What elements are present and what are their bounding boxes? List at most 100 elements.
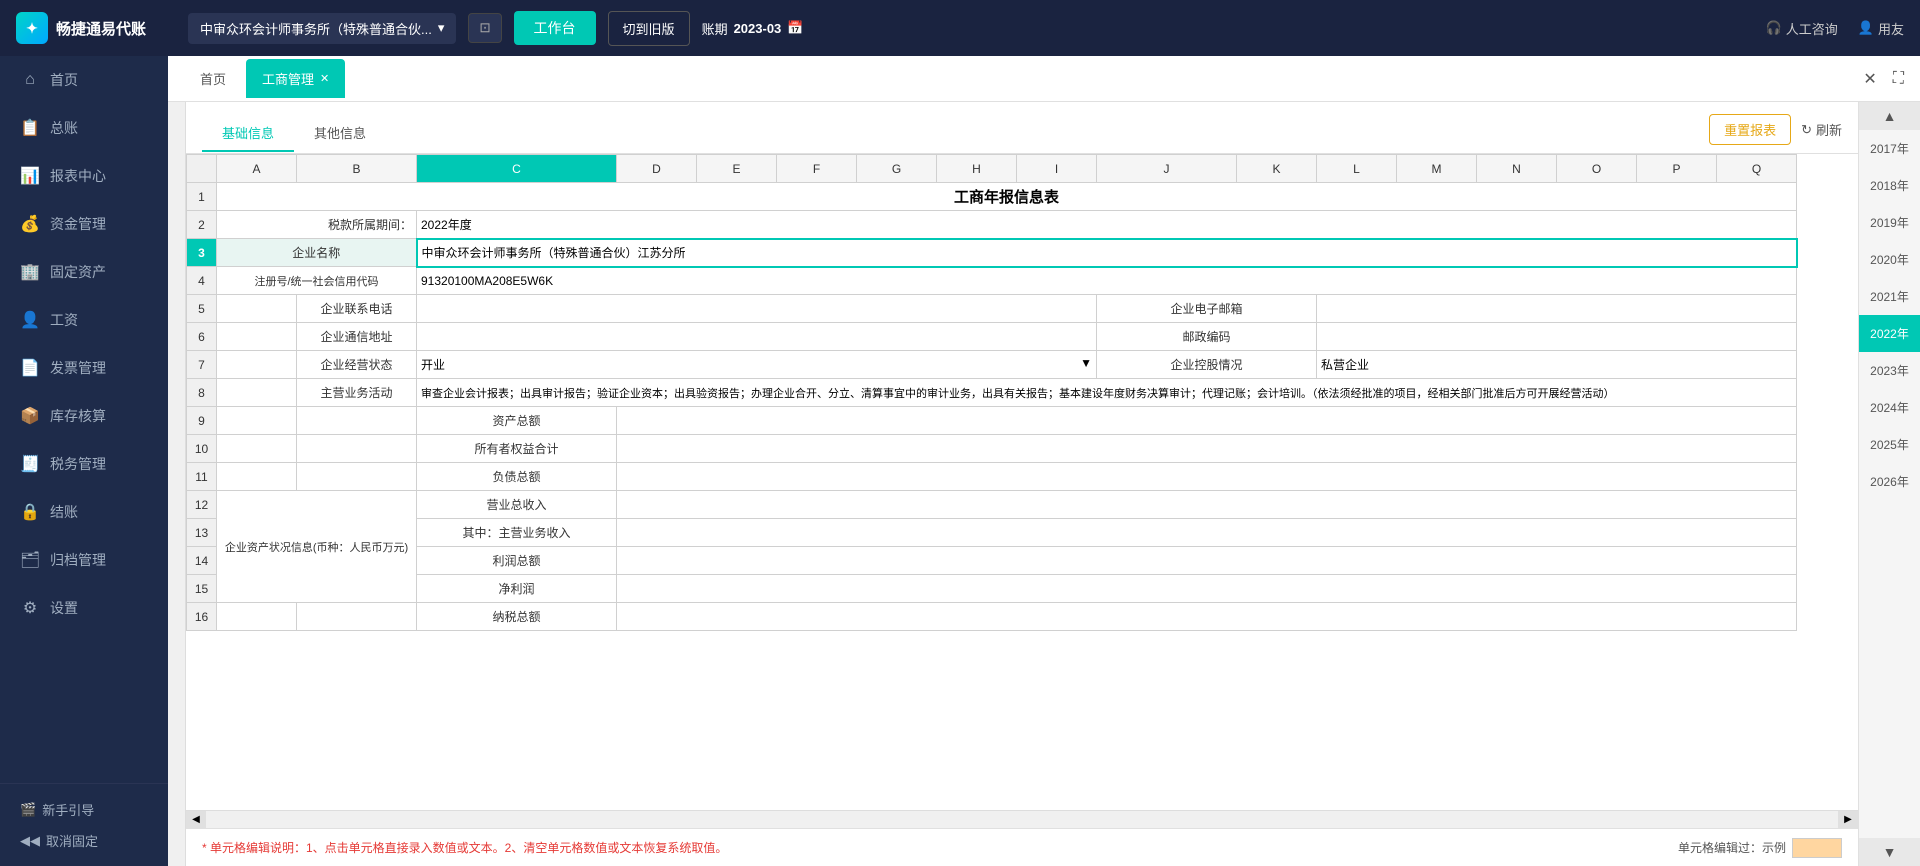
year-2024[interactable]: 2024年 — [1859, 389, 1920, 426]
table-row: 8 主营业务活动 审查企业会计报表；出具审计报告；验证企业资本；出具验资报告；办… — [187, 379, 1797, 407]
company-name-value[interactable]: 中审众环会计师事务所（特殊普通合伙）江苏分所 — [417, 239, 1797, 267]
year-2019[interactable]: 2019年 — [1859, 204, 1920, 241]
reg-code-value[interactable]: 91320100MA208E5W6K — [417, 267, 1797, 295]
top-header: ✦ 畅捷通易代账 中审众环会计师事务所（特殊普通合伙... ▾ ⊡ 工作台 切到… — [0, 0, 1920, 56]
sidebar-item-settings[interactable]: ⚙ 设置 — [0, 584, 168, 632]
row-num-10: 10 — [187, 435, 217, 463]
company-selector[interactable]: 中审众环会计师事务所（特殊普通合伙... ▾ — [188, 13, 456, 44]
year-2025[interactable]: 2025年 — [1859, 426, 1920, 463]
biz-value[interactable]: 审查企业会计报表；出具审计报告；验证企业资本；出具验资报告；办理企业合开、分立、… — [417, 379, 1797, 407]
postal-value[interactable] — [1317, 323, 1797, 351]
consult-item[interactable]: 🎧 人工咨询 — [1766, 19, 1838, 38]
sidebar-item-ledger[interactable]: 📋 总账 — [0, 104, 168, 152]
period-value-cell[interactable]: 2022年度 — [417, 211, 1797, 239]
col-header-b: B — [297, 155, 417, 183]
sidebar-label-finance: 资金管理 — [50, 214, 106, 234]
sidebar-item-invoice[interactable]: 📄 发票管理 — [0, 344, 168, 392]
tab-close-icon[interactable]: ✕ — [320, 72, 329, 85]
year-2022[interactable]: 2022年 — [1859, 315, 1920, 352]
expand-window-icon[interactable]: ⛶ — [1893, 70, 1904, 88]
holding-value[interactable]: 私营企业 — [1317, 351, 1797, 379]
col-header-h: H — [937, 155, 1017, 183]
status-value[interactable]: 开业 ▼ — [417, 351, 1097, 379]
sub-tab-basic[interactable]: 基础信息 — [202, 115, 294, 152]
year-down-btn[interactable]: ▼ — [1859, 838, 1920, 866]
assets-total-value[interactable] — [617, 407, 1797, 435]
net-profit-value[interactable] — [617, 575, 1797, 603]
revenue-total-value[interactable] — [617, 491, 1797, 519]
refresh-button[interactable]: ↻ 刷新 — [1801, 120, 1842, 139]
inner-content: 基础信息 其他信息 重置报表 ↻ 刷新 — [168, 102, 1920, 866]
tax-total-value[interactable] — [617, 603, 1797, 631]
sidebar-item-wages[interactable]: 👤 工资 — [0, 296, 168, 344]
sidebar-item-tax[interactable]: 🧾 税务管理 — [0, 440, 168, 488]
sidebar-item-assets[interactable]: 🏢 固定资产 — [0, 248, 168, 296]
email-value[interactable] — [1317, 295, 1797, 323]
col-header-a: A — [217, 155, 297, 183]
year-2023[interactable]: 2023年 — [1859, 352, 1920, 389]
equity-total-value[interactable] — [617, 435, 1797, 463]
user-item[interactable]: 👤 用友 — [1858, 19, 1904, 38]
title-cell[interactable]: 工商年报信息表 — [217, 183, 1797, 211]
equity-total-label: 所有者权益合计 — [417, 435, 617, 463]
right-year-panel: ▲ 2017年 2018年 2019年 2020年 2021年 2022年 20… — [1858, 102, 1920, 866]
year-2017[interactable]: 2017年 — [1859, 130, 1920, 167]
table-row: 6 企业通信地址 邮政编码 — [187, 323, 1797, 351]
sidebar-item-home[interactable]: ⌂ 首页 — [0, 56, 168, 104]
table-row: 11 负债总额 — [187, 463, 1797, 491]
new-guide-item[interactable]: 🎬 新手引导 — [20, 794, 148, 825]
workbench-button[interactable]: 工作台 — [514, 11, 596, 45]
col-header-k: K — [1237, 155, 1317, 183]
holding-label: 企业控股情况 — [1097, 351, 1317, 379]
status-dropdown-icon[interactable]: ▼ — [1080, 356, 1092, 370]
sidebar-item-close[interactable]: 🔒 结账 — [0, 488, 168, 536]
tab-active[interactable]: 工商管理 ✕ — [246, 59, 345, 98]
biz-label-a — [217, 379, 297, 407]
table-row: 2 税款所属期间： 2022年度 — [187, 211, 1797, 239]
row-num-5: 5 — [187, 295, 217, 323]
active-tab-label: 工商管理 — [262, 69, 314, 88]
content-area: 首页 工商管理 ✕ ✕ ⛶ 基础信息 — [168, 56, 1920, 866]
other-info-label: 其他信息 — [314, 126, 366, 141]
profit-total-value[interactable] — [617, 547, 1797, 575]
addr-label-a — [217, 323, 297, 351]
user-label: 用友 — [1878, 19, 1904, 38]
tab-bar: 首页 工商管理 ✕ ✕ ⛶ — [168, 56, 1920, 102]
status-label-b: 企业经营状态 — [297, 351, 417, 379]
sidebar-item-archive[interactable]: 🗂 归档管理 — [0, 536, 168, 584]
calendar-icon[interactable]: 📅 — [787, 20, 803, 36]
debt-label-b — [297, 463, 417, 491]
reset-report-button[interactable]: 重置报表 — [1709, 114, 1791, 145]
debt-total-value[interactable] — [617, 463, 1797, 491]
year-up-btn[interactable]: ▲ — [1859, 102, 1920, 130]
company-name-label: 企业名称 — [217, 239, 417, 267]
year-2026[interactable]: 2026年 — [1859, 463, 1920, 500]
h-scroll-right-btn[interactable]: ▶ — [1838, 811, 1858, 828]
year-2018[interactable]: 2018年 — [1859, 167, 1920, 204]
addr-value[interactable] — [417, 323, 1097, 351]
sidebar-item-report[interactable]: 📊 报表中心 — [0, 152, 168, 200]
table-wrapper: 基础信息 其他信息 重置报表 ↻ 刷新 — [186, 102, 1858, 866]
main-revenue-value[interactable] — [617, 519, 1797, 547]
sidebar-label-wages: 工资 — [50, 310, 78, 330]
spreadsheet-container[interactable]: A B C D E F G H I J K L — [186, 154, 1858, 810]
company-copy-btn[interactable]: ⊡ — [468, 13, 501, 43]
h-scroll-left-btn[interactable]: ◀ — [186, 811, 206, 828]
window-controls: ✕ ⛶ — [1863, 69, 1904, 89]
phone-label-a — [217, 295, 297, 323]
headset-icon: 🎧 — [1766, 20, 1782, 36]
year-2020[interactable]: 2020年 — [1859, 241, 1920, 278]
sidebar-item-inventory[interactable]: 📦 库存核算 — [0, 392, 168, 440]
h-scroll-track[interactable] — [206, 811, 1838, 828]
header-right: 🎧 人工咨询 👤 用友 — [1766, 19, 1904, 38]
spreadsheet-table: A B C D E F G H I J K L — [186, 154, 1798, 631]
close-window-icon[interactable]: ✕ — [1863, 69, 1876, 89]
logo-text: 畅捷通易代账 — [56, 18, 146, 39]
unpin-item[interactable]: ◀◀ 取消固定 — [20, 825, 148, 856]
old-version-button[interactable]: 切到旧版 — [608, 11, 690, 46]
sub-tab-other[interactable]: 其他信息 — [294, 115, 386, 152]
sidebar-item-finance[interactable]: 💰 资金管理 — [0, 200, 168, 248]
year-2021[interactable]: 2021年 — [1859, 278, 1920, 315]
phone-value[interactable] — [417, 295, 1097, 323]
tab-home[interactable]: 首页 — [184, 59, 242, 98]
